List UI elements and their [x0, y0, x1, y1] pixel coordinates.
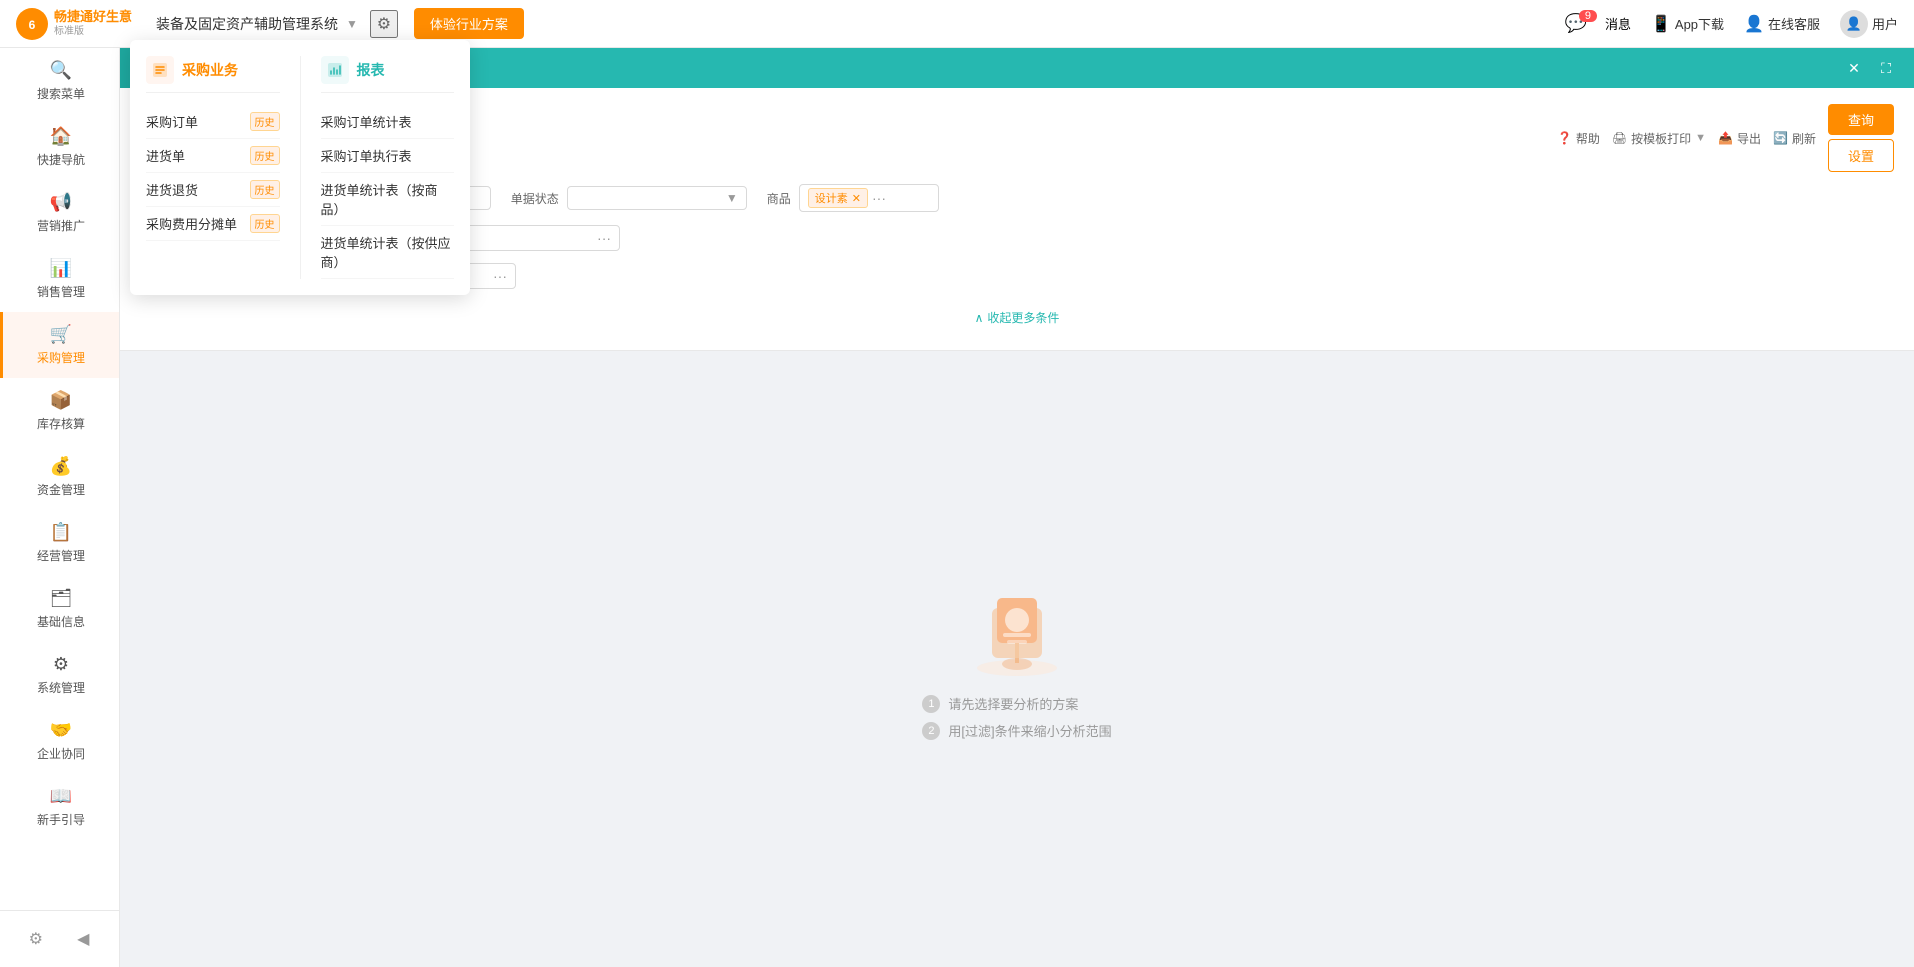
menu-item-purchase-order-exec[interactable]: 采购订单执行表: [321, 139, 455, 173]
chart-icon: 📊: [50, 258, 72, 279]
order-status-input[interactable]: ▼: [567, 186, 747, 210]
menu-item-goods-receipt-by-product[interactable]: 进货单统计表（按商品）: [321, 173, 455, 226]
logo-text: 畅捷通好生意 标准版: [54, 9, 132, 39]
empty-illustration: [957, 578, 1077, 678]
menu-item-goods-return[interactable]: 进货退货 历史: [146, 173, 280, 207]
user-menu[interactable]: 👤 用户: [1840, 10, 1898, 38]
print-button[interactable]: 🖨 按模板打印 ▼: [1612, 104, 1706, 172]
empty-tips: 1 请先选择要分析的方案 2 用[过滤]条件来缩小分析范围: [922, 694, 1111, 740]
menu-item-goods-receipt-by-supplier[interactable]: 进货单统计表（按供应商）: [321, 226, 455, 279]
logo-area: 6 畅捷通好生意 标准版: [16, 8, 136, 40]
collapse-up-icon: ∧: [975, 311, 984, 325]
sidebar-item-sales[interactable]: 📊 销售管理: [0, 246, 119, 312]
sidebar-item-inventory[interactable]: 📦 库存核算: [0, 378, 119, 444]
tab-actions: ✕ ⛶: [1842, 48, 1914, 88]
tab-close-button[interactable]: ✕: [1842, 56, 1866, 80]
export-icon: 📤: [1718, 131, 1733, 145]
export-button[interactable]: 📤 导出: [1718, 104, 1761, 172]
operations-icon: 📋: [50, 522, 72, 543]
system-title: 装备及固定资产辅助管理系统 ▼: [156, 14, 358, 34]
customer-more[interactable]: ···: [493, 268, 507, 284]
menu-item-purchase-expense[interactable]: 采购费用分摊单 历史: [146, 207, 280, 241]
reports-column: 报表 采购订单统计表 采购订单执行表 进货单统计表（按商品） 进货单统计表（按供…: [321, 56, 455, 279]
goods-tag-remove[interactable]: ✕: [852, 192, 861, 205]
sidebar-item-marketing[interactable]: 📢 营销推广: [0, 180, 119, 246]
header-right: 💬 9 消息 📱 App下载 👤 在线客服 👤 用户: [1565, 10, 1898, 38]
message-badge: 9: [1579, 10, 1597, 22]
svg-text:6: 6: [29, 18, 36, 32]
order-status-filter: 单据状态 ▼: [511, 186, 747, 210]
guide-icon: 📖: [50, 786, 72, 807]
sidebar-item-search[interactable]: 🔍 搜索菜单: [0, 48, 119, 114]
reports-column-title: 报表: [321, 56, 455, 93]
sidebar-item-operations[interactable]: 📋 经营管理: [0, 510, 119, 576]
sidebar-item-enterprise[interactable]: 🤝 企业协同: [0, 708, 119, 774]
sidebar-item-quick[interactable]: 🏠 快捷导航: [0, 114, 119, 180]
system-title-arrow[interactable]: ▼: [346, 17, 358, 31]
industry-btn[interactable]: 体验行业方案: [414, 8, 524, 39]
sidebar-bottom: ⚙ ◀: [0, 910, 119, 967]
history-badge: 历史: [250, 180, 280, 199]
sidebar-item-system[interactable]: ⚙ 系统管理: [0, 642, 119, 708]
user-avatar: 👤: [1840, 10, 1868, 38]
status-dropdown-arrow: ▼: [726, 191, 738, 205]
tab-spacer: [309, 48, 1842, 88]
refresh-button[interactable]: 🔄 刷新: [1773, 104, 1816, 172]
menu-item-goods-receipt[interactable]: 进货单 历史: [146, 139, 280, 173]
content-area: 首页 销售排行榜 ✕ ✕ ⛶ ❓ 帮助: [120, 48, 1914, 967]
purchase-dropdown-menu: 采购业务 采购订单 历史 进货单 历史 进货退货 历史 采购费用分摊单 历史: [130, 48, 470, 295]
history-badge: 历史: [250, 112, 280, 131]
online-service[interactable]: 👤 在线客服: [1744, 14, 1820, 34]
logo-icon: 6: [16, 8, 48, 40]
help-icon: ❓: [1557, 131, 1572, 145]
salesperson-more[interactable]: ···: [597, 230, 611, 246]
reports-title-icon: [321, 56, 349, 84]
goods-more[interactable]: ···: [872, 190, 886, 206]
history-badge: 历史: [250, 214, 280, 233]
query-button[interactable]: 查询: [1828, 104, 1894, 135]
home-icon: 🏠: [50, 126, 72, 147]
money-icon: 💰: [50, 456, 72, 477]
sidebar-item-purchase[interactable]: 🛒 采购管理: [0, 312, 119, 378]
settings-button[interactable]: 设置: [1828, 139, 1894, 172]
tab-expand-button[interactable]: ⛶: [1874, 56, 1898, 80]
base-icon: 🗂: [50, 588, 73, 609]
menu-item-purchase-order-report[interactable]: 采购订单统计表: [321, 105, 455, 139]
goods-tag: 设计素 ✕: [808, 188, 868, 208]
sidebar-collapse-button[interactable]: ◀: [67, 923, 99, 955]
sidebar-item-guide[interactable]: 📖 新手引导: [0, 774, 119, 840]
print-icon: 🖨: [1612, 131, 1627, 145]
help-button[interactable]: ❓ 帮助: [1557, 104, 1600, 172]
search-icon: 🔍: [50, 60, 72, 81]
enterprise-icon: 🤝: [50, 720, 72, 741]
sidebar-item-base[interactable]: 🗂 基础信息: [0, 576, 119, 642]
purchase-title-icon: [146, 56, 174, 84]
app-download[interactable]: 📱 App下载: [1651, 14, 1724, 34]
purchase-column-title: 采购业务: [146, 56, 280, 93]
menu-item-purchase-order[interactable]: 采购订单 历史: [146, 105, 280, 139]
message-area[interactable]: 💬 9 消息: [1565, 13, 1631, 34]
empty-state: 1 请先选择要分析的方案 2 用[过滤]条件来缩小分析范围: [120, 351, 1914, 967]
sidebar-item-finance[interactable]: 💰 资金管理: [0, 444, 119, 510]
collapse-button[interactable]: ∧ 收起更多条件: [140, 301, 1894, 334]
box-icon: 📦: [50, 390, 72, 411]
history-badge: 历史: [250, 146, 280, 165]
empty-tip-1: 1 请先选择要分析的方案: [922, 694, 1111, 713]
header-settings-button[interactable]: ⚙: [370, 10, 398, 38]
empty-tip-2: 2 用[过滤]条件来缩小分析范围: [922, 721, 1111, 740]
sidebar-settings-button[interactable]: ⚙: [20, 923, 52, 955]
sidebar: 🔍 搜索菜单 🏠 快捷导航 📢 营销推广 📊 销售管理 🛒 采购管理 📦 库存核…: [0, 48, 120, 967]
megaphone-icon: 📢: [50, 192, 72, 213]
refresh-icon: 🔄: [1773, 131, 1788, 145]
main-layout: 🔍 搜索菜单 🏠 快捷导航 📢 营销推广 📊 销售管理 🛒 采购管理 📦 库存核…: [0, 48, 1914, 967]
purchase-column: 采购业务 采购订单 历史 进货单 历史 进货退货 历史 采购费用分摊单 历史: [146, 56, 280, 279]
cart-icon: 🛒: [50, 324, 72, 345]
goods-filter: 商品 设计素 ✕ ···: [767, 184, 939, 212]
menu-divider: [300, 56, 301, 279]
system-icon: ⚙: [53, 654, 69, 675]
